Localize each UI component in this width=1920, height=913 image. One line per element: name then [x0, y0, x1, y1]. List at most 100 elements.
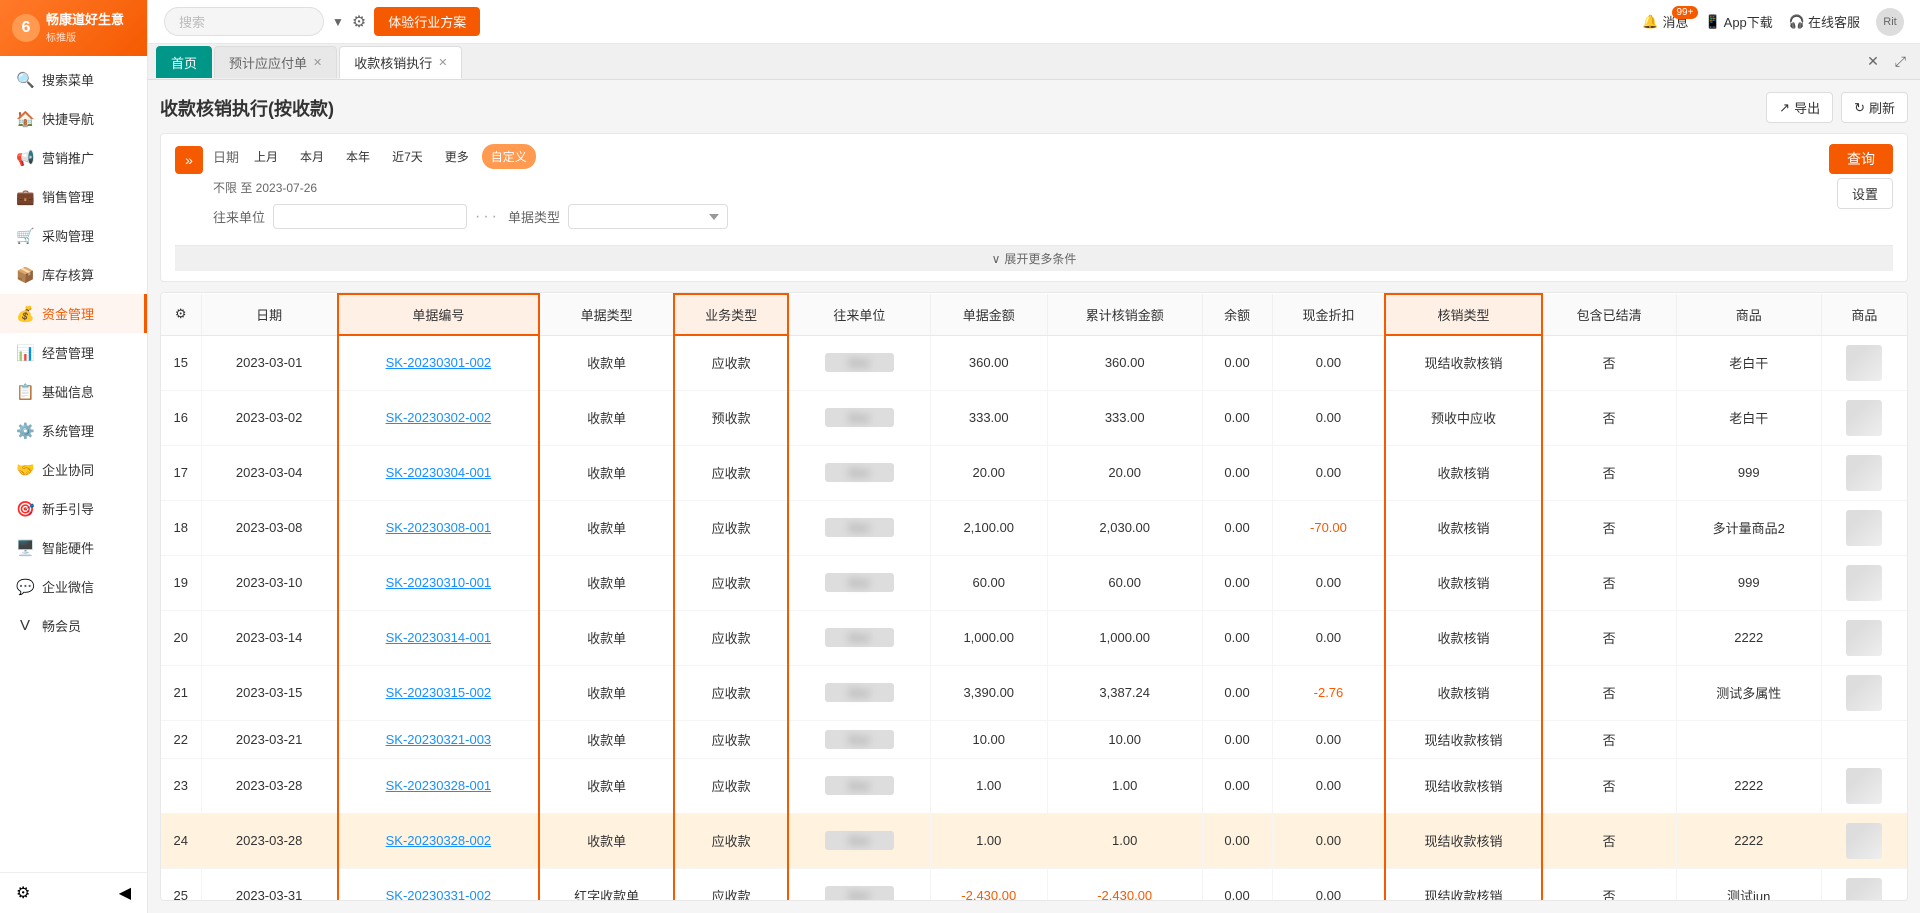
doc-link[interactable]: SK-20230321-003 — [386, 732, 492, 747]
cell-balance: 0.00 — [1202, 610, 1272, 665]
col-biztype[interactable]: 业务类型 — [674, 294, 788, 335]
partner-dots[interactable]: ··· — [475, 208, 500, 226]
sidebar-item-enterprise[interactable]: 🤝 企业协同 — [0, 450, 147, 489]
col-doctype[interactable]: 单据类型 — [539, 294, 674, 335]
sidebar-label-basic: 基础信息 — [42, 382, 94, 401]
avatar[interactable]: Rit — [1876, 8, 1904, 36]
table-row: 20 2023-03-14 SK-20230314-001 收款单 应收款 bl… — [161, 610, 1907, 665]
sidebar-item-hardware[interactable]: 🖥️ 智能硬件 — [0, 528, 147, 567]
cell-doctype: 红字收款单 — [539, 868, 674, 901]
collapse-icon[interactable]: ◀ — [119, 883, 131, 903]
cell-goods: 2222 — [1676, 610, 1821, 665]
dropdown-arrow-btn[interactable]: ▼ — [332, 15, 344, 29]
filter-settings-btn[interactable]: 设置 — [1837, 178, 1893, 209]
col-verified[interactable]: 累计核销金额 — [1047, 294, 1202, 335]
col-partner[interactable]: 往来单位 — [788, 294, 930, 335]
doc-link[interactable]: SK-20230302-002 — [386, 410, 492, 425]
date-curr-year-btn[interactable]: 本年 — [337, 144, 379, 169]
cell-balance: 0.00 — [1202, 500, 1272, 555]
col-date[interactable]: 日期 — [201, 294, 338, 335]
sidebar-item-basic[interactable]: 📋 基础信息 — [0, 372, 147, 411]
doc-link[interactable]: SK-20230301-002 — [386, 355, 492, 370]
col-goodsimg[interactable]: 商品 — [1821, 294, 1907, 335]
col-amount[interactable]: 单据金额 — [930, 294, 1047, 335]
sidebar-item-marketing[interactable]: 📢 营销推广 — [0, 138, 147, 177]
col-settled[interactable]: 包含已结清 — [1542, 294, 1676, 335]
cell-discount: -70.00 — [1272, 500, 1385, 555]
doc-link[interactable]: SK-20230308-001 — [386, 520, 492, 535]
cell-partner: blur — [788, 335, 930, 390]
tab-collection-close[interactable]: ✕ — [438, 56, 447, 69]
sidebar-item-guide[interactable]: 🎯 新手引导 — [0, 489, 147, 528]
close-window-btn[interactable]: ✕ — [1861, 51, 1885, 72]
col-balance[interactable]: 余额 — [1202, 294, 1272, 335]
col-verifytype[interactable]: 核销类型 — [1385, 294, 1541, 335]
sidebar-item-quicknav[interactable]: 🏠 快捷导航 — [0, 99, 147, 138]
table-row: 25 2023-03-31 SK-20230331-002 红字收款单 应收款 … — [161, 868, 1907, 901]
notice-btn[interactable]: 🔔 消息 99+ — [1642, 12, 1688, 31]
sidebar-item-sales[interactable]: 💼 销售管理 — [0, 177, 147, 216]
cell-goodsimg — [1821, 610, 1907, 665]
search-box[interactable]: 搜索 — [164, 7, 324, 36]
col-discount[interactable]: 现金折扣 — [1272, 294, 1385, 335]
sidebar-item-purchase[interactable]: 🛒 采购管理 — [0, 216, 147, 255]
cell-partner: blur — [788, 500, 930, 555]
online-service-btn[interactable]: 🎧 在线客服 — [1789, 12, 1860, 31]
sidebar-label-operations: 经营管理 — [42, 343, 94, 362]
industry-solution-btn[interactable]: 体验行业方案 — [374, 7, 480, 36]
doc-link[interactable]: SK-20230304-001 — [386, 465, 492, 480]
doc-link[interactable]: SK-20230328-002 — [386, 833, 492, 848]
topbar-gear-icon[interactable]: ⚙ — [352, 12, 366, 32]
export-btn[interactable]: ↗ 导出 — [1766, 92, 1833, 123]
cell-verifytype: 现结收款核销 — [1385, 335, 1541, 390]
app-download-btn[interactable]: 📱 App下载 — [1704, 12, 1772, 31]
doc-link[interactable]: SK-20230328-001 — [386, 778, 492, 793]
export-icon: ↗ — [1779, 100, 1790, 116]
tab-prepay-close[interactable]: ✕ — [313, 56, 322, 69]
cell-verifytype: 收款核销 — [1385, 610, 1541, 665]
sidebar-item-vip[interactable]: V 畅会员 — [0, 606, 147, 645]
doc-link[interactable]: SK-20230315-002 — [386, 685, 492, 700]
date-range-display: 不限 至 2023-07-26 — [213, 181, 317, 195]
date-more-btn[interactable]: 更多 — [436, 144, 478, 169]
filter-toggle-btn[interactable]: » — [175, 146, 203, 174]
tab-prepay[interactable]: 预计应应付单 ✕ — [214, 46, 337, 78]
col-gear[interactable]: ⚙ — [161, 294, 201, 335]
cell-amount: 360.00 — [930, 335, 1047, 390]
sidebar-item-system[interactable]: ⚙️ 系统管理 — [0, 411, 147, 450]
cell-settled: 否 — [1542, 868, 1676, 901]
date-prev-month-btn[interactable]: 上月 — [245, 144, 287, 169]
expand-filter-btn[interactable]: ∨ 展开更多条件 — [175, 245, 1893, 271]
doc-link[interactable]: SK-20230310-001 — [386, 575, 492, 590]
table-body: 15 2023-03-01 SK-20230301-002 收款单 应收款 bl… — [161, 335, 1907, 901]
date-custom-btn[interactable]: 自定义 — [482, 144, 536, 169]
partner-input[interactable] — [273, 204, 467, 229]
col-goods[interactable]: 商品 — [1676, 294, 1821, 335]
expand-window-btn[interactable]: ⤢ — [1889, 51, 1912, 72]
date-curr-month-btn[interactable]: 本月 — [291, 144, 333, 169]
cell-biztype: 应收款 — [674, 445, 788, 500]
doc-link[interactable]: SK-20230331-002 — [386, 888, 492, 901]
query-btn[interactable]: 查询 — [1829, 144, 1893, 174]
system-icon: ⚙️ — [16, 422, 34, 440]
cell-verified: 360.00 — [1047, 335, 1202, 390]
toggle-icon: » — [185, 152, 193, 168]
date-7days-btn[interactable]: 近7天 — [383, 144, 432, 169]
topbar: 搜索 ▼ ⚙ 体验行业方案 🔔 消息 99+ 📱 App下载 🎧 在线客服 Ri… — [148, 0, 1920, 44]
doc-link[interactable]: SK-20230314-001 — [386, 630, 492, 645]
cell-amount: 333.00 — [930, 390, 1047, 445]
sidebar-item-inventory[interactable]: 📦 库存核算 — [0, 255, 147, 294]
doc-type-select[interactable] — [568, 204, 728, 229]
settings-icon[interactable]: ⚙ — [16, 883, 30, 903]
cell-rownum: 25 — [161, 868, 201, 901]
sidebar-item-operations[interactable]: 📊 经营管理 — [0, 333, 147, 372]
sidebar-item-search[interactable]: 🔍 搜索菜单 — [0, 60, 147, 99]
col-docno[interactable]: 单据编号 — [338, 294, 539, 335]
sidebar-item-wechat[interactable]: 💬 企业微信 — [0, 567, 147, 606]
tab-collection[interactable]: 收款核销执行 ✕ — [339, 46, 462, 79]
cell-amount: 1,000.00 — [930, 610, 1047, 665]
refresh-btn[interactable]: ↻ 刷新 — [1841, 92, 1908, 123]
sidebar-item-finance[interactable]: 💰 资金管理 — [0, 294, 147, 333]
tab-home[interactable]: 首页 — [156, 46, 212, 78]
cell-date: 2023-03-31 — [201, 868, 338, 901]
